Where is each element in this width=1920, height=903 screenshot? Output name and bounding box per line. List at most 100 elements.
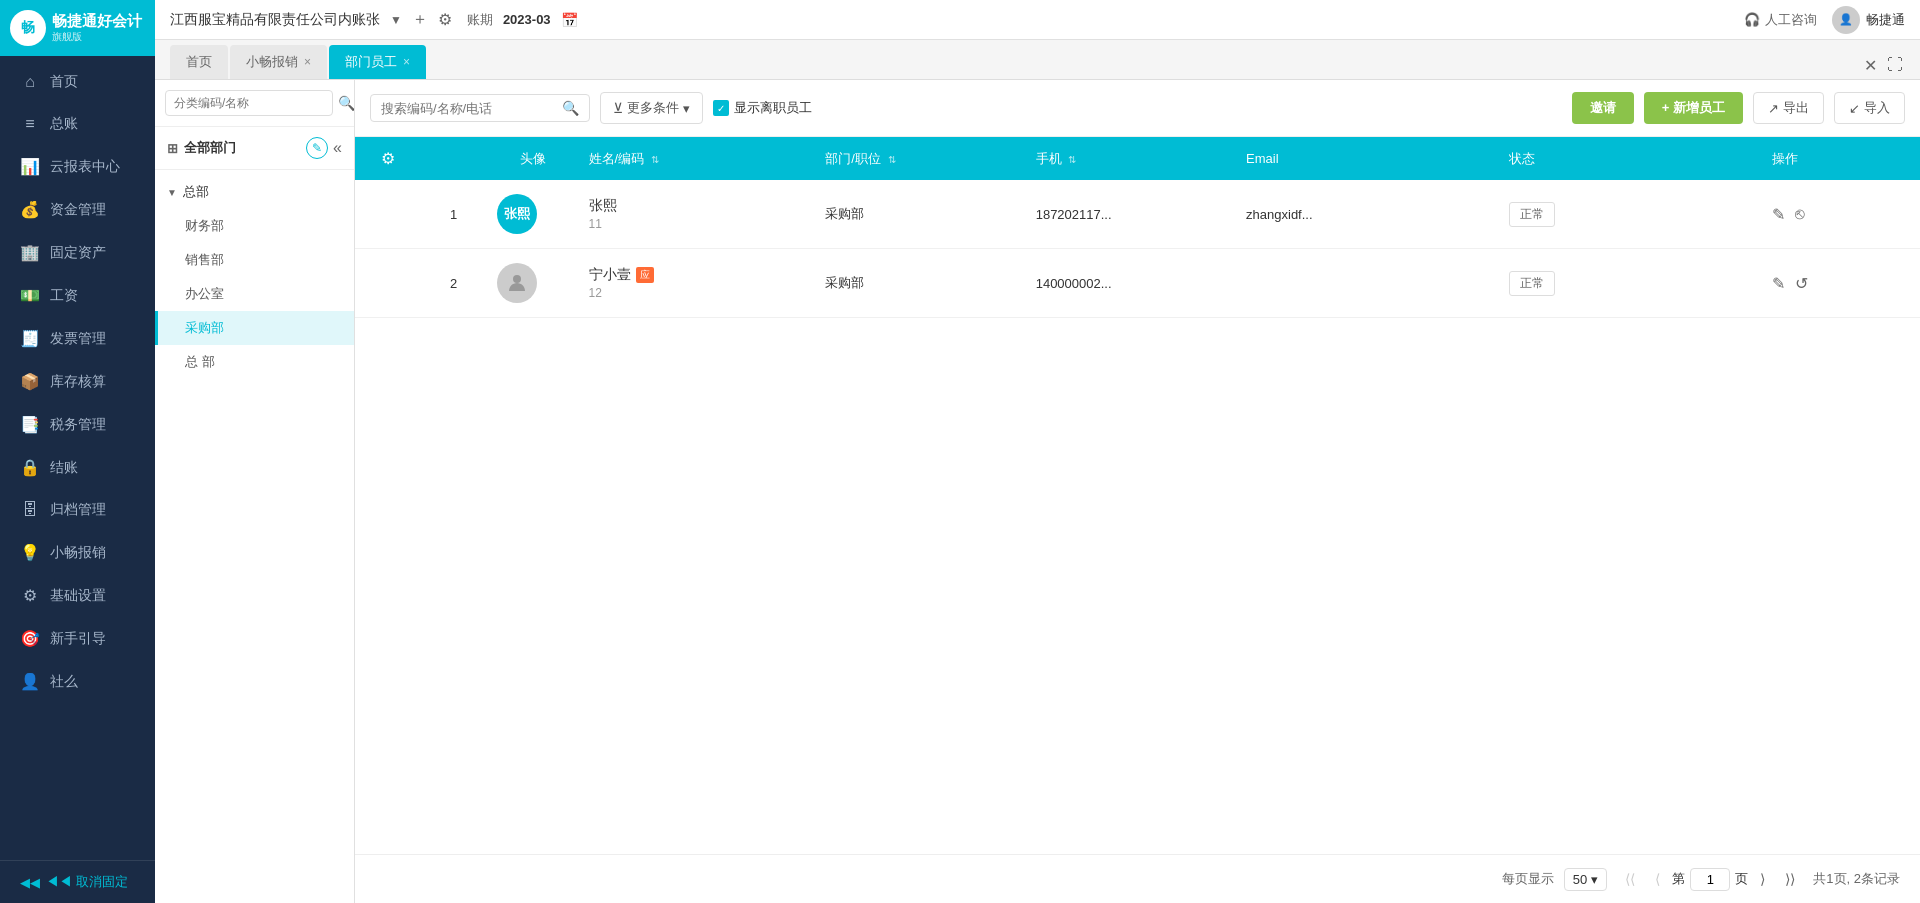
company-settings-icon[interactable]: ⚙ xyxy=(438,10,452,29)
prev-page-button[interactable]: ⟨ xyxy=(1647,867,1668,891)
last-page-button[interactable]: ⟩⟩ xyxy=(1777,867,1803,891)
employee-search-input[interactable] xyxy=(381,101,556,116)
row2-no-cell: 2 xyxy=(421,249,487,318)
svg-point-0 xyxy=(513,275,521,283)
sidebar-item-tax[interactable]: 📑 税务管理 xyxy=(0,403,155,446)
tab-expand-actions: ✕ ⛶ xyxy=(1860,55,1905,79)
th-name[interactable]: 姓名/编码 ⇅ xyxy=(579,137,816,180)
sidebar-item-invoice[interactable]: 🧾 发票管理 xyxy=(0,317,155,360)
sidebar-item-home[interactable]: ⌂ 首页 xyxy=(0,61,155,103)
sidebar-item-settings[interactable]: ⚙ 基础设置 xyxy=(0,574,155,617)
sidebar-item-ledger[interactable]: ≡ 总账 xyxy=(0,103,155,145)
support-button[interactable]: 🎧 人工咨询 xyxy=(1744,11,1817,29)
th-no xyxy=(421,137,487,180)
dept-item-xiaoshou[interactable]: 销售部 xyxy=(155,243,354,277)
app-logo: 畅 畅捷通好会计 旗舰版 xyxy=(0,0,155,56)
sidebar-item-more[interactable]: 👤 社么 xyxy=(0,660,155,703)
sidebar-item-reports[interactable]: 📊 云报表中心 xyxy=(0,145,155,188)
calendar-icon[interactable]: 📅 xyxy=(561,12,578,28)
expand-window-icon[interactable]: ⛶ xyxy=(1885,55,1905,75)
action-buttons: ✎ ⎋ xyxy=(1772,205,1910,224)
funds-icon: 💰 xyxy=(20,200,40,219)
sidebar-item-funds[interactable]: 💰 资金管理 xyxy=(0,188,155,231)
avatar: 张熙 xyxy=(497,194,537,234)
logout-button[interactable]: ⎋ xyxy=(1795,205,1805,223)
import-icon: ↙ xyxy=(1849,101,1860,116)
sidebar-item-salary[interactable]: 💵 工资 xyxy=(0,274,155,317)
th-phone[interactable]: 手机 ⇅ xyxy=(1026,137,1236,180)
close-window-icon[interactable]: ✕ xyxy=(1860,55,1880,75)
employee-panel: 🔍 ⊻ 更多条件 ▾ ✓ 显示离职员工 邀请 + 新增员工 ↗ 导出 xyxy=(355,80,1920,903)
settings-gear-icon[interactable]: ⚙ xyxy=(381,150,395,167)
delete-button[interactable]: ↺ xyxy=(1795,274,1808,293)
tab-dept-emp-close[interactable]: × xyxy=(403,55,410,69)
dept-group-header-zongbu[interactable]: ▼ 总部 xyxy=(155,175,354,209)
next-page-button[interactable]: ⟩ xyxy=(1752,867,1773,891)
name-sort-icon: ⇅ xyxy=(651,154,659,165)
sidebar-item-label: 资金管理 xyxy=(50,201,106,219)
sidebar-item-label: 结账 xyxy=(50,459,78,477)
employee-search-icon[interactable]: 🔍 xyxy=(562,100,579,116)
ledger-icon: ≡ xyxy=(20,115,40,133)
tab-expense-close[interactable]: × xyxy=(304,55,311,69)
action-buttons: ✎ ↺ xyxy=(1772,274,1910,293)
dept-collapse-icon[interactable]: « xyxy=(333,139,342,157)
page-number-input[interactable] xyxy=(1690,868,1730,891)
employee-toolbar: 🔍 ⊻ 更多条件 ▾ ✓ 显示离职员工 邀请 + 新增员工 ↗ 导出 xyxy=(355,80,1920,137)
show-resigned-checkbox[interactable]: ✓ 显示离职员工 xyxy=(713,99,812,117)
per-page-select[interactable]: 50 ▾ xyxy=(1564,868,1607,891)
cancel-fixed-label: ◀◀ 取消固定 xyxy=(46,873,128,891)
sidebar-item-expense[interactable]: 💡 小畅报销 xyxy=(0,531,155,574)
dept-caiwu-label: 财务部 xyxy=(185,218,224,233)
row1-name-cell: 张熙 11 xyxy=(579,180,816,249)
dept-item-zongbu[interactable]: 总 部 xyxy=(155,345,354,379)
sidebar-item-archive[interactable]: 🗄 归档管理 xyxy=(0,489,155,531)
dept-search-input[interactable] xyxy=(165,90,333,116)
add-company-icon[interactable]: ＋ xyxy=(412,9,428,30)
employee-table: ⚙ 头像 姓名/编码 ⇅ 部门/职位 ⇅ 手机 ⇅ xyxy=(355,137,1920,318)
edit-button[interactable]: ✎ xyxy=(1772,274,1785,293)
dept-search-area: 🔍 xyxy=(155,80,354,127)
first-page-button[interactable]: ⟨⟨ xyxy=(1617,867,1643,891)
headset-icon: 🎧 xyxy=(1744,12,1760,27)
tab-expense[interactable]: 小畅报销 × xyxy=(230,45,327,79)
sidebar-item-fixed-assets[interactable]: 🏢 固定资产 xyxy=(0,231,155,274)
sidebar-item-label: 归档管理 xyxy=(50,501,106,519)
sidebar: 畅 畅捷通好会计 旗舰版 ⌂ 首页 ≡ 总账 📊 云报表中心 💰 资金管理 🏢 … xyxy=(0,0,155,903)
sidebar-item-guide[interactable]: 🎯 新手引导 xyxy=(0,617,155,660)
sidebar-item-label: 社么 xyxy=(50,673,78,691)
name-code-area: 宁小壹 应 12 xyxy=(589,266,806,300)
tab-dept-emp[interactable]: 部门员工 × xyxy=(329,45,426,79)
user-info[interactable]: 👤 畅捷通 xyxy=(1832,6,1905,34)
status-badge: 正常 xyxy=(1509,202,1555,227)
row2-avatar-cell xyxy=(487,249,579,318)
cancel-fixed-btn[interactable]: ◀◀ ◀◀ 取消固定 xyxy=(0,860,155,903)
company-dropdown-icon[interactable]: ▼ xyxy=(390,13,402,27)
edit-button[interactable]: ✎ xyxy=(1772,205,1785,224)
dept-item-caigou[interactable]: 采购部 xyxy=(155,311,354,345)
more-icon: 👤 xyxy=(20,672,40,691)
tab-home[interactable]: 首页 xyxy=(170,45,228,79)
sidebar-item-close-period[interactable]: 🔒 结账 xyxy=(0,446,155,489)
name-code-area: 张熙 11 xyxy=(589,197,806,231)
sidebar-item-inventory[interactable]: 📦 库存核算 xyxy=(0,360,155,403)
phone-sort-icon: ⇅ xyxy=(1068,154,1076,165)
import-button[interactable]: ↙ 导入 xyxy=(1834,92,1905,124)
guide-icon: 🎯 xyxy=(20,629,40,648)
dept-item-bangong[interactable]: 办公室 xyxy=(155,277,354,311)
dept-search-icon[interactable]: 🔍 xyxy=(338,95,355,111)
sidebar-item-label: 库存核算 xyxy=(50,373,106,391)
invite-button[interactable]: 邀请 xyxy=(1572,92,1634,124)
more-filter-button[interactable]: ⊻ 更多条件 ▾ xyxy=(600,92,703,124)
tab-home-label: 首页 xyxy=(186,53,212,71)
dept-caigou-label: 采购部 xyxy=(185,320,224,335)
page-navigation: ⟨⟨ ⟨ 第 页 ⟩ ⟩⟩ xyxy=(1617,867,1803,891)
dept-item-caiwu[interactable]: 财务部 xyxy=(155,209,354,243)
dept-edit-button[interactable]: ✎ xyxy=(306,137,328,159)
tab-dept-emp-label: 部门员工 xyxy=(345,53,397,71)
th-dept[interactable]: 部门/职位 ⇅ xyxy=(815,137,1025,180)
sidebar-item-label: 固定资产 xyxy=(50,244,106,262)
add-employee-button[interactable]: + 新增员工 xyxy=(1644,92,1743,124)
export-button[interactable]: ↗ 导出 xyxy=(1753,92,1824,124)
th-settings[interactable]: ⚙ xyxy=(355,137,421,180)
